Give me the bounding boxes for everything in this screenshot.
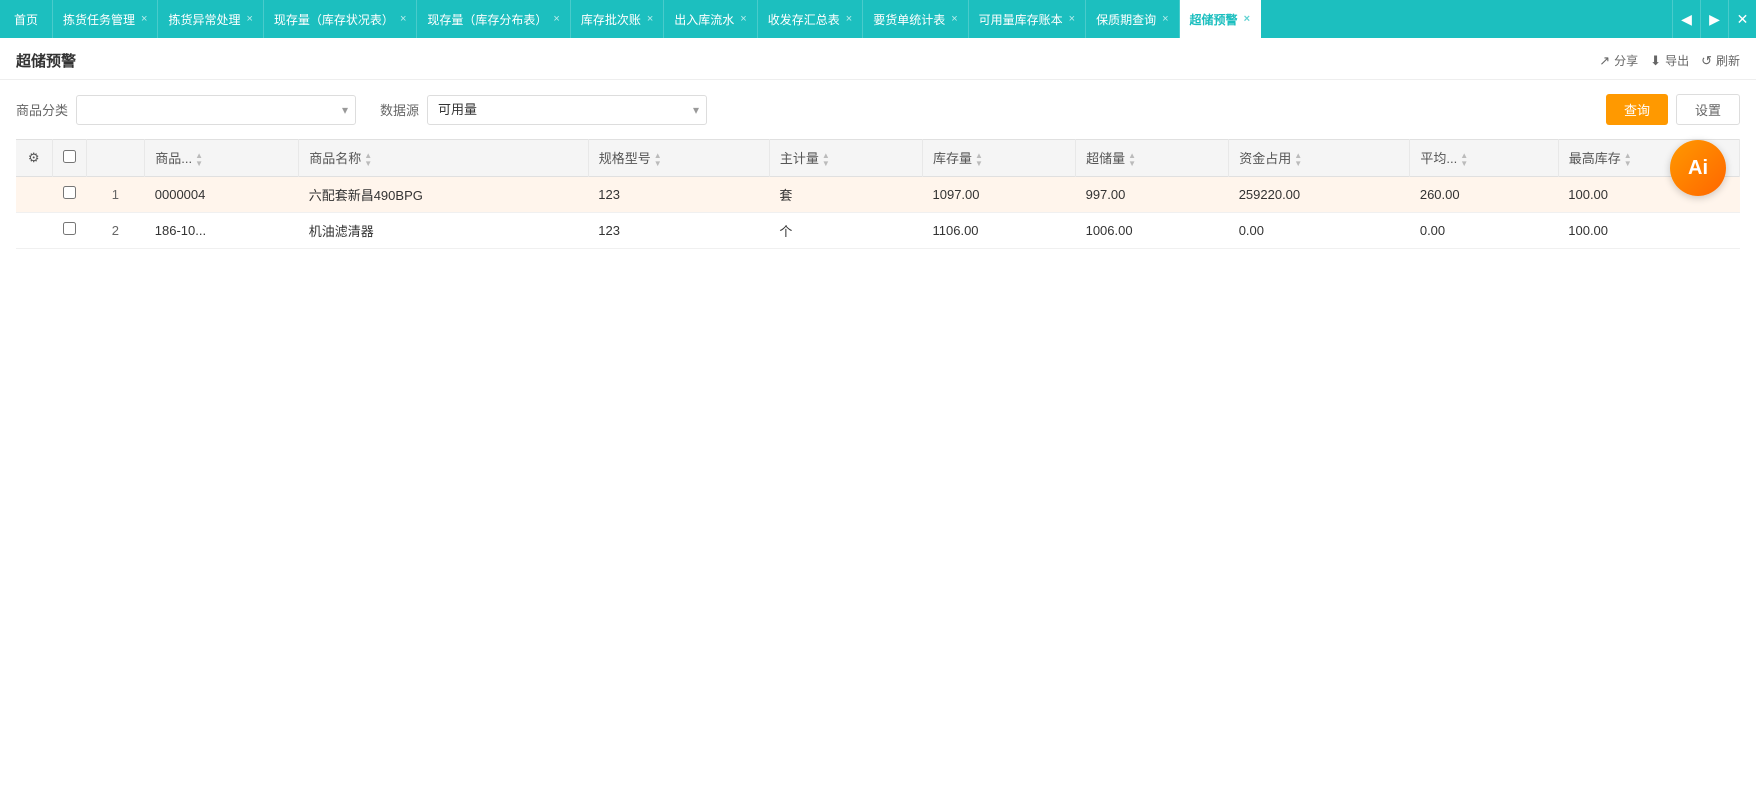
tab-close-icon[interactable]: × bbox=[553, 13, 559, 25]
data-table: ⚙ 商品...▲▼ 商品名称▲▼ 规格型号▲▼ 主计量▲▼ bbox=[16, 139, 1740, 249]
col-header-over[interactable]: 超储量▲▼ bbox=[1076, 140, 1229, 177]
table-row: 1 0000004 六配套新昌490BPG 123 套 1097.00 997.… bbox=[16, 176, 1740, 212]
row-unit: 个 bbox=[769, 212, 922, 248]
row-capital: 259220.00 bbox=[1229, 176, 1410, 212]
nav-tab-tab-1[interactable]: 拣货异常处理 × bbox=[158, 0, 263, 38]
col-header-name[interactable]: 商品名称▲▼ bbox=[299, 140, 589, 177]
row-sku: 0000004 bbox=[145, 176, 299, 212]
share-label: 分享 bbox=[1614, 52, 1638, 69]
nav-close-button[interactable]: ✕ bbox=[1728, 0, 1756, 38]
row-index: 2 bbox=[86, 212, 145, 248]
nav-tab-tab-4[interactable]: 库存批次账 × bbox=[571, 0, 664, 38]
row-max: 100.00 bbox=[1558, 212, 1739, 248]
table-body: 1 0000004 六配套新昌490BPG 123 套 1097.00 997.… bbox=[16, 176, 1740, 248]
page-actions: ↗ 分享 ⬇ 导出 ↺ 刷新 bbox=[1599, 52, 1740, 69]
datasource-label: 数据源 bbox=[380, 100, 419, 119]
nav-tab-tab-8[interactable]: 可用量库存账本 × bbox=[969, 0, 1086, 38]
row-spec: 123 bbox=[588, 212, 769, 248]
row-checkbox[interactable] bbox=[63, 186, 76, 199]
nav-tab-tab-2[interactable]: 现存量（库存状况表） × bbox=[264, 0, 417, 38]
table-header-row: ⚙ 商品...▲▼ 商品名称▲▼ 规格型号▲▼ 主计量▲▼ bbox=[16, 140, 1740, 177]
nav-tab-tab-0[interactable]: 拣货任务管理 × bbox=[53, 0, 158, 38]
tab-close-icon[interactable]: × bbox=[1069, 13, 1075, 25]
category-select[interactable] bbox=[76, 95, 356, 125]
nav-tab-tab-7[interactable]: 要货单统计表 × bbox=[863, 0, 968, 38]
settings-button[interactable]: 设置 bbox=[1676, 94, 1740, 125]
row-checkbox[interactable] bbox=[63, 222, 76, 235]
refresh-icon: ↺ bbox=[1701, 53, 1712, 69]
nav-tab-tab-3[interactable]: 现存量（库存分布表） × bbox=[417, 0, 570, 38]
row-over: 1006.00 bbox=[1076, 212, 1229, 248]
row-avg: 260.00 bbox=[1410, 176, 1558, 212]
refresh-label: 刷新 bbox=[1716, 52, 1740, 69]
nav-prev-button[interactable]: ◀ bbox=[1672, 0, 1700, 38]
tab-close-icon[interactable]: × bbox=[951, 13, 957, 25]
nav-arrow-controls: ◀ ▶ ✕ bbox=[1672, 0, 1756, 38]
page-container: 超储预警 ↗ 分享 ⬇ 导出 ↺ 刷新 商品分类 bbox=[0, 38, 1756, 800]
row-gear-cell bbox=[16, 176, 52, 212]
tab-close-icon[interactable]: × bbox=[141, 13, 147, 25]
col-header-gear[interactable]: ⚙ bbox=[16, 140, 52, 177]
tab-close-icon[interactable]: × bbox=[1162, 13, 1168, 25]
row-check-cell bbox=[52, 176, 86, 212]
category-select-wrapper bbox=[76, 95, 356, 125]
row-over: 997.00 bbox=[1076, 176, 1229, 212]
page-header: 超储预警 ↗ 分享 ⬇ 导出 ↺ 刷新 bbox=[0, 38, 1756, 80]
col-header-capital[interactable]: 资金占用▲▼ bbox=[1229, 140, 1410, 177]
refresh-button[interactable]: ↺ 刷新 bbox=[1701, 52, 1740, 69]
nav-tab-tab-10[interactable]: 超储预警 × bbox=[1180, 0, 1261, 38]
table-wrapper: ⚙ 商品...▲▼ 商品名称▲▼ 规格型号▲▼ 主计量▲▼ bbox=[0, 139, 1756, 249]
tab-close-icon[interactable]: × bbox=[400, 13, 406, 25]
col-header-check bbox=[52, 140, 86, 177]
export-label: 导出 bbox=[1665, 52, 1689, 69]
row-unit: 套 bbox=[769, 176, 922, 212]
datasource-select[interactable]: 可用量 bbox=[427, 95, 707, 125]
nav-tab-tab-5[interactable]: 出入库流水 × bbox=[664, 0, 757, 38]
tab-close-icon[interactable]: × bbox=[647, 13, 653, 25]
row-stock: 1106.00 bbox=[923, 212, 1076, 248]
datasource-filter: 数据源 可用量 bbox=[380, 95, 707, 125]
tab-close-icon[interactable]: × bbox=[740, 13, 746, 25]
export-button[interactable]: ⬇ 导出 bbox=[1650, 52, 1689, 69]
row-stock: 1097.00 bbox=[923, 176, 1076, 212]
filter-area: 商品分类 数据源 可用量 查询 设置 bbox=[0, 80, 1756, 139]
nav-next-button[interactable]: ▶ bbox=[1700, 0, 1728, 38]
nav-tab-tab-9[interactable]: 保质期查询 × bbox=[1086, 0, 1179, 38]
row-name: 六配套新昌490BPG bbox=[299, 176, 589, 212]
tab-close-icon[interactable]: × bbox=[846, 13, 852, 25]
share-button[interactable]: ↗ 分享 bbox=[1599, 52, 1638, 69]
row-name: 机油滤清器 bbox=[299, 212, 589, 248]
export-icon: ⬇ bbox=[1650, 53, 1661, 69]
top-navigation: 首页 拣货任务管理 ×拣货异常处理 ×现存量（库存状况表） ×现存量（库存分布表… bbox=[0, 0, 1756, 38]
nav-tab-tab-6[interactable]: 收发存汇总表 × bbox=[758, 0, 863, 38]
tab-close-icon[interactable]: × bbox=[1244, 13, 1250, 25]
category-label: 商品分类 bbox=[16, 100, 68, 119]
row-avg: 0.00 bbox=[1410, 212, 1558, 248]
row-gear-cell bbox=[16, 212, 52, 248]
col-header-spec[interactable]: 规格型号▲▼ bbox=[588, 140, 769, 177]
category-filter: 商品分类 bbox=[16, 95, 356, 125]
col-header-unit[interactable]: 主计量▲▼ bbox=[769, 140, 922, 177]
row-capital: 0.00 bbox=[1229, 212, 1410, 248]
col-header-avg[interactable]: 平均...▲▼ bbox=[1410, 140, 1558, 177]
col-header-index bbox=[86, 140, 145, 177]
nav-tabs: 拣货任务管理 ×拣货异常处理 ×现存量（库存状况表） ×现存量（库存分布表） ×… bbox=[53, 0, 1672, 38]
col-header-stock[interactable]: 库存量▲▼ bbox=[923, 140, 1076, 177]
ai-badge[interactable]: Ai bbox=[1670, 140, 1726, 196]
query-button[interactable]: 查询 bbox=[1606, 94, 1668, 125]
row-sku: 186-10... bbox=[145, 212, 299, 248]
share-icon: ↗ bbox=[1599, 53, 1610, 69]
filter-action-buttons: 查询 设置 bbox=[1606, 94, 1740, 125]
datasource-select-wrapper: 可用量 bbox=[427, 95, 707, 125]
row-spec: 123 bbox=[588, 176, 769, 212]
tab-close-icon[interactable]: × bbox=[246, 13, 252, 25]
nav-home[interactable]: 首页 bbox=[0, 0, 53, 38]
page-title: 超储预警 bbox=[16, 50, 76, 71]
table-row: 2 186-10... 机油滤清器 123 个 1106.00 1006.00 … bbox=[16, 212, 1740, 248]
row-check-cell bbox=[52, 212, 86, 248]
select-all-checkbox[interactable] bbox=[63, 150, 76, 163]
row-index: 1 bbox=[86, 176, 145, 212]
col-header-sku[interactable]: 商品...▲▼ bbox=[145, 140, 299, 177]
